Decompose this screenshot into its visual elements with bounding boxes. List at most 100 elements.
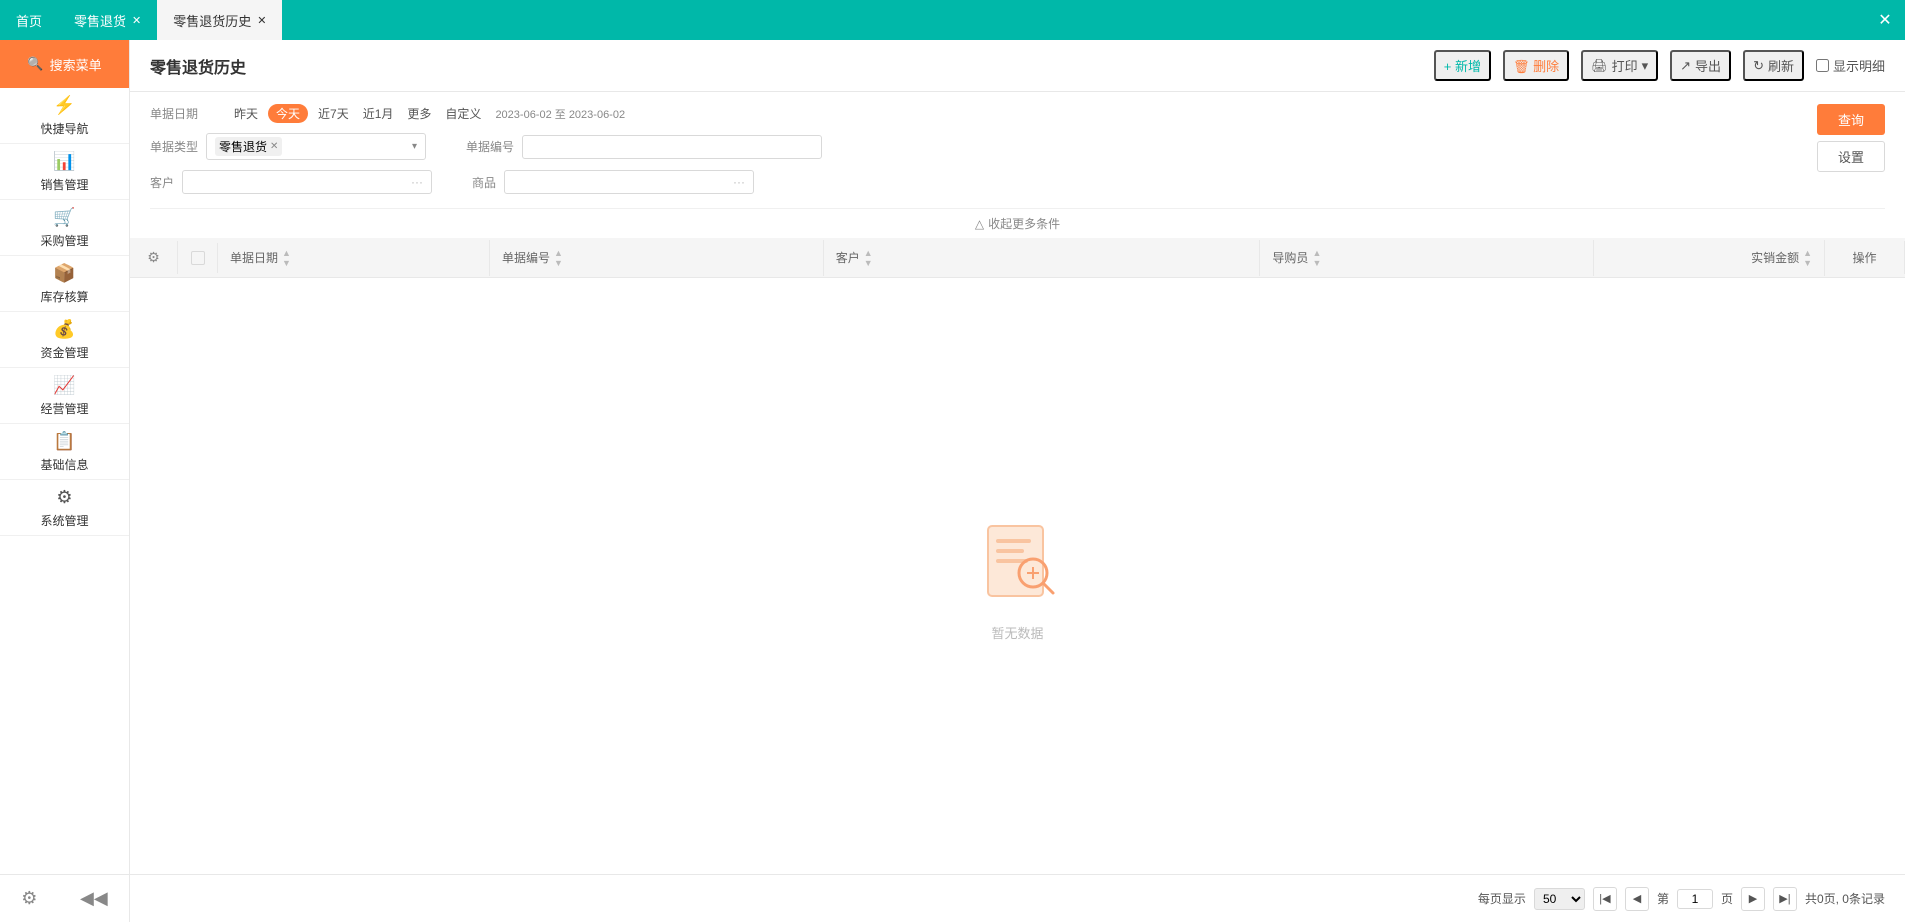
sidebar-item-basic-info[interactable]: 📋 基础信息 <box>0 424 129 480</box>
goods-label: 商品 <box>472 174 496 191</box>
customer-input[interactable]: ··· <box>182 170 432 194</box>
date-options: 昨天 今天 近7天 近1月 更多 自定义 2023-06-02 至 2023-0… <box>230 104 625 123</box>
tab-retail-return-history-close[interactable]: ✕ <box>257 14 266 27</box>
quick-nav-icon: ⚡ <box>53 95 75 116</box>
doc-type-label: 单据类型 <box>150 138 198 155</box>
query-buttons: 查询 设置 <box>1817 104 1885 172</box>
tab-retail-return[interactable]: 零售退货 ✕ <box>58 0 157 40</box>
sidebar-bottom: ⚙ ◀◀ <box>0 874 129 922</box>
th-actions-label: 操作 <box>1852 249 1876 266</box>
th-guide-label: 导购员 <box>1272 249 1308 266</box>
print-icon: 🖨 <box>1591 58 1608 74</box>
tab-retail-return-close[interactable]: ✕ <box>132 14 141 27</box>
doc-type-tag-close[interactable]: ✕ <box>270 141 278 152</box>
th-amount[interactable]: 实销金额 ▲▼ <box>1594 240 1825 276</box>
last-page-button[interactable]: ▶| <box>1773 887 1797 911</box>
customer-sort-icon: ▲▼ <box>864 248 873 268</box>
date-opt-yesterday[interactable]: 昨天 <box>230 104 262 123</box>
sidebar-item-finance-mgmt[interactable]: 💰 资金管理 <box>0 312 129 368</box>
th-guide[interactable]: 导购员 ▲▼ <box>1260 240 1594 276</box>
th-date[interactable]: 单据日期 ▲▼ <box>218 240 490 276</box>
first-page-button[interactable]: |◀ <box>1593 887 1617 911</box>
sidebar-item-purchase-label: 采购管理 <box>40 232 88 249</box>
doc-type-select[interactable]: 零售退货 ✕ ▾ <box>206 133 426 160</box>
query-button[interactable]: 查询 <box>1817 104 1885 135</box>
per-page-label: 每页显示 <box>1478 890 1526 907</box>
print-button[interactable]: 🖨 打印 ▾ <box>1581 50 1658 81</box>
doc-number-input[interactable] <box>522 135 822 159</box>
search-menu-label: 搜索菜单 <box>50 55 102 74</box>
filter-settings-button[interactable]: 设置 <box>1817 141 1885 172</box>
purchase-icon: 🛒 <box>53 207 75 228</box>
sidebar-item-purchase-mgmt[interactable]: 🛒 采购管理 <box>0 200 129 256</box>
collapse-bar[interactable]: △ 收起更多条件 <box>150 208 1885 238</box>
date-opt-custom[interactable]: 自定义 <box>441 104 485 123</box>
filter-area: 单据日期 昨天 今天 近7天 近1月 更多 自定义 2023-06-02 至 2… <box>130 92 1905 238</box>
sidebar-item-sales-mgmt[interactable]: 📊 销售管理 <box>0 144 129 200</box>
date-opt-1month[interactable]: 近1月 <box>359 104 398 123</box>
goods-field: 商品 ··· <box>472 170 754 194</box>
th-settings[interactable]: ⚙ <box>130 241 178 274</box>
th-number-label: 单据编号 <box>502 249 550 266</box>
sidebar-item-system-label: 系统管理 <box>40 512 88 529</box>
display-detail-checkbox[interactable] <box>1816 59 1829 72</box>
th-actions: 操作 <box>1825 241 1905 274</box>
date-opt-today[interactable]: 今天 <box>268 104 308 123</box>
date-opt-more[interactable]: 更多 <box>403 104 435 123</box>
top-bar: 首页 零售退货 ✕ 零售退货历史 ✕ ✕ <box>0 0 1905 40</box>
empty-text: 暂无数据 <box>991 623 1043 642</box>
print-label: 打印 <box>1612 56 1638 75</box>
page-label: 页 <box>1721 890 1733 907</box>
sidebar-item-inventory[interactable]: 📦 库存核算 <box>0 256 129 312</box>
doc-type-arrow-icon: ▾ <box>412 141 417 152</box>
sidebar-item-system-mgmt[interactable]: ⚙ 系统管理 <box>0 480 129 536</box>
goods-input[interactable]: ··· <box>504 170 754 194</box>
audio-icon[interactable]: ◀◀ <box>80 888 108 909</box>
prev-page-button[interactable]: ◀ <box>1625 887 1649 911</box>
per-page-select[interactable]: 50 10 20 100 <box>1534 888 1585 910</box>
inventory-icon: 📦 <box>53 263 75 284</box>
tab-retail-return-history[interactable]: 零售退货历史 ✕ <box>157 0 282 40</box>
search-menu-button[interactable]: 🔍 搜索菜单 <box>0 40 129 88</box>
next-page-button[interactable]: ▶ <box>1741 887 1765 911</box>
sidebar-item-sales-label: 销售管理 <box>40 176 88 193</box>
refresh-button[interactable]: ↻ 刷新 <box>1743 50 1804 81</box>
page-title: 零售退货历史 <box>150 54 246 78</box>
finance-icon: 💰 <box>53 319 75 340</box>
amount-sort-icon: ▲▼ <box>1803 248 1812 268</box>
filter-row2: 单据类型 零售退货 ✕ ▾ 单据编号 <box>150 133 1817 160</box>
refresh-label: 刷新 <box>1768 56 1794 75</box>
table-container: ⚙ 单据日期 ▲▼ 单据编号 ▲▼ 客户 ▲▼ 导购员 <box>130 238 1905 874</box>
filter-date-row: 单据日期 昨天 今天 近7天 近1月 更多 自定义 2023-06-02 至 2… <box>150 104 1817 123</box>
select-all-checkbox[interactable] <box>191 251 205 265</box>
sales-icon: 📊 <box>53 151 75 172</box>
settings-bottom-icon[interactable]: ⚙ <box>21 888 37 909</box>
page-number-input[interactable] <box>1677 889 1713 909</box>
pagination: 每页显示 50 10 20 100 |◀ ◀ 第 页 ▶ ▶| 共0页, 0条记… <box>130 874 1905 922</box>
date-opt-7days[interactable]: 近7天 <box>314 104 353 123</box>
add-button[interactable]: + 新增 <box>1434 50 1491 81</box>
empty-state: 暂无数据 <box>130 278 1905 874</box>
collapse-label: 收起更多条件 <box>988 215 1060 232</box>
header-actions: + 新增 🗑 删除 🖨 打印 ▾ ↗ 导出 ↻ 刷新 显示明细 <box>1434 50 1885 81</box>
th-checkbox[interactable] <box>178 243 218 273</box>
settings-col-icon: ⚙ <box>147 249 160 266</box>
sidebar-item-operation-label: 经营管理 <box>40 400 88 417</box>
tab-list: 首页 零售退货 ✕ 零售退货历史 ✕ <box>0 0 1865 40</box>
tab-home[interactable]: 首页 <box>0 0 58 40</box>
th-customer[interactable]: 客户 ▲▼ <box>824 240 1261 276</box>
export-button[interactable]: ↗ 导出 <box>1670 50 1731 81</box>
page-header: 零售退货历史 + 新增 🗑 删除 🖨 打印 ▾ ↗ 导出 ↻ 刷新 <box>130 40 1905 92</box>
delete-button[interactable]: 🗑 删除 <box>1503 50 1569 81</box>
display-detail-toggle[interactable]: 显示明细 <box>1816 56 1885 75</box>
sidebar-item-operation-mgmt[interactable]: 📈 经营管理 <box>0 368 129 424</box>
sidebar-item-quick-nav[interactable]: ⚡ 快捷导航 <box>0 88 129 144</box>
display-detail-label: 显示明细 <box>1833 56 1885 75</box>
date-sort-icon: ▲▼ <box>282 248 291 268</box>
customer-label: 客户 <box>150 174 174 191</box>
th-number[interactable]: 单据编号 ▲▼ <box>490 240 824 276</box>
content-area: 零售退货历史 + 新增 🗑 删除 🖨 打印 ▾ ↗ 导出 ↻ 刷新 <box>130 40 1905 922</box>
tab-retail-return-label: 零售退货 <box>74 11 126 30</box>
search-icon: 🔍 <box>27 56 43 72</box>
window-close-button[interactable]: ✕ <box>1865 0 1905 40</box>
